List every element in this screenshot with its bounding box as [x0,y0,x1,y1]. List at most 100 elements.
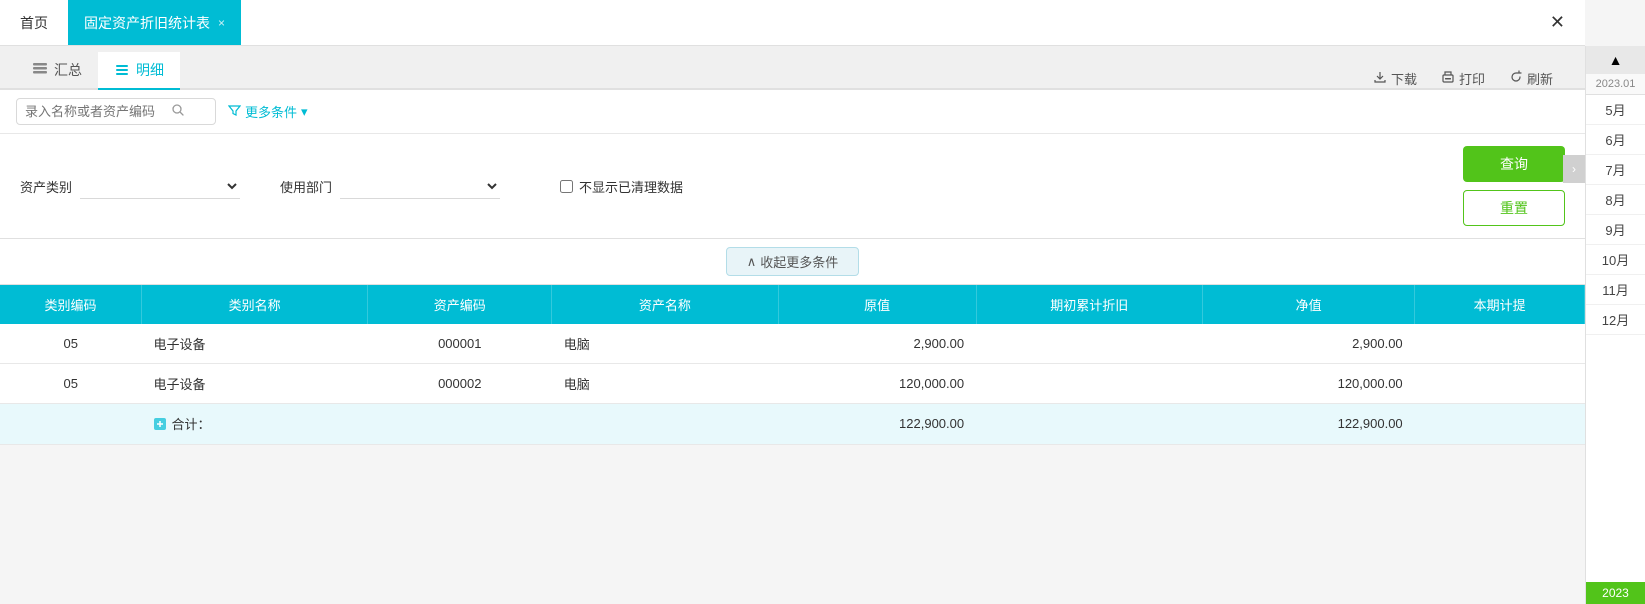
tab-detail-label: 明细 [136,60,164,80]
chevron-up-icon: ∧ [747,254,757,270]
cell-category-code-2: 05 [0,364,141,404]
tab-summary[interactable]: 汇总 [16,52,98,90]
hide-cleared-group: 不显示已清理数据 [560,177,683,196]
month-8[interactable]: 8月 [1586,185,1645,215]
print-button[interactable]: 打印 [1441,69,1485,88]
search-input[interactable] [25,104,165,119]
close-tab-button[interactable]: × [218,16,225,30]
top-nav: 首页 固定资产折旧统计表 × ✕ [0,0,1585,46]
cell-net-value-1: 2,900.00 [1202,324,1414,364]
month-7[interactable]: 7月 [1586,155,1645,185]
subtotal-current-dep [1415,404,1585,445]
month-12[interactable]: 12月 [1586,305,1645,335]
month-11[interactable]: 11月 [1586,275,1645,305]
year-label[interactable]: 2023 [1586,582,1645,604]
asset-category-label: 资产类别 [20,177,72,196]
subtotal-row: 合计： 122,900.00 122,900.00 [0,404,1585,445]
more-conditions-button[interactable]: 更多条件 ▾ [228,102,308,121]
search-icon [171,103,185,120]
subtotal-text: 合计： [171,414,210,433]
window-close-button[interactable]: ✕ [1530,12,1585,33]
refresh-button[interactable]: 刷新 [1509,69,1553,88]
query-button[interactable]: 查询 [1463,146,1565,182]
month-9[interactable]: 9月 [1586,215,1645,245]
refresh-icon [1509,70,1523,87]
hide-cleared-checkbox[interactable] [560,180,573,193]
col-original-value: 原值 [778,285,976,324]
filter-icon [228,104,241,120]
print-label: 打印 [1459,69,1485,88]
month-6[interactable]: 6月 [1586,125,1645,155]
scroll-right-arrow[interactable]: › [1563,155,1585,183]
tab-detail[interactable]: 明细 [98,52,180,90]
col-category-code: 类别编码 [0,285,141,324]
asset-category-filter: 资产类别 [20,173,240,199]
filter-actions: 查询 重置 [1463,146,1565,226]
col-net-value: 净值 [1202,285,1414,324]
col-category-name: 类别名称 [141,285,367,324]
cell-original-value-2: 120,000.00 [778,364,976,404]
collapse-button[interactable]: ∧ 收起更多条件 [726,247,860,276]
table-header-row: 类别编码 类别名称 资产编码 资产名称 原值 期初累计折旧 净值 本期计提 [0,285,1585,324]
tab-bar: 汇总 明细 下载 [0,46,1585,90]
subtotal-accum-dep [976,404,1202,445]
cell-asset-name-2: 电脑 [552,364,778,404]
more-conditions-label: 更多条件 [245,102,297,121]
filter-section: 资产类别 使用部门 不显示已清理数据 查询 重置 [0,134,1585,239]
active-tab-label: 固定资产折旧统计表 [84,13,210,33]
search-input-wrap[interactable] [16,98,216,125]
table-row: 05 电子设备 000002 电脑 120,000.00 120,000.00 [0,364,1585,404]
table-row: 05 电子设备 000001 电脑 2,900.00 2,900.00 [0,324,1585,364]
hide-cleared-label[interactable]: 不显示已清理数据 [579,177,683,196]
download-label: 下载 [1391,69,1417,88]
date-nav-header: 2023.01 [1586,74,1645,95]
right-sidebar: ▲ 2023.01 5月 6月 7月 8月 9月 10月 11月 12月 202… [1585,46,1645,604]
asset-category-select[interactable] [80,173,240,199]
col-asset-code: 资产编码 [368,285,552,324]
cell-original-value-1: 2,900.00 [778,324,976,364]
department-select[interactable] [340,173,500,199]
reset-button[interactable]: 重置 [1463,190,1565,226]
nav-active-tab: 固定资产折旧统计表 × [68,0,241,45]
table-wrap: 类别编码 类别名称 资产编码 资产名称 原值 期初累计折旧 净值 本期计提 05… [0,285,1585,445]
layers-icon [32,62,48,78]
cell-accum-dep-2 [976,364,1202,404]
cell-category-name-1: 电子设备 [141,324,367,364]
cell-net-value-2: 120,000.00 [1202,364,1414,404]
col-accumulated-depreciation: 期初累计折旧 [976,285,1202,324]
data-table: 类别编码 类别名称 资产编码 资产名称 原值 期初累计折旧 净值 本期计提 05… [0,285,1585,445]
main-content: 首页 固定资产折旧统计表 × ✕ 汇总 [0,0,1585,445]
cell-current-dep-1 [1415,324,1585,364]
col-asset-name: 资产名称 [552,285,778,324]
subtotal-original-value: 122,900.00 [778,404,976,445]
month-10[interactable]: 10月 [1586,245,1645,275]
department-filter: 使用部门 [280,173,500,199]
cell-current-dep-2 [1415,364,1585,404]
chevron-down-icon: ▾ [301,104,308,120]
refresh-label: 刷新 [1527,69,1553,88]
subtotal-icon-cell [0,404,141,445]
nav-up-arrow[interactable]: ▲ [1586,46,1645,74]
month-5[interactable]: 5月 [1586,95,1645,125]
department-label: 使用部门 [280,177,332,196]
list-icon [114,62,130,78]
cell-accum-dep-1 [976,324,1202,364]
subtotal-net-value: 122,900.00 [1202,404,1414,445]
nav-home[interactable]: 首页 [0,0,68,45]
subtotal-icon-svg [153,417,167,431]
cell-asset-code-2: 000002 [368,364,552,404]
download-button[interactable]: 下载 [1373,69,1417,88]
search-bar: 更多条件 ▾ [0,90,1585,134]
subtotal-label-wrap: 合计： [153,414,210,433]
collapse-label: 收起更多条件 [760,252,838,271]
subtotal-label-cell: 合计： [141,404,551,445]
download-icon [1373,70,1387,87]
cell-asset-name-1: 电脑 [552,324,778,364]
cell-category-code-1: 05 [0,324,141,364]
cell-category-name-2: 电子设备 [141,364,367,404]
cell-asset-code-1: 000001 [368,324,552,364]
col-current-depreciation: 本期计提 [1415,285,1585,324]
collapse-bar[interactable]: ∧ 收起更多条件 [0,239,1585,285]
print-icon [1441,70,1455,87]
tab-summary-label: 汇总 [54,60,82,80]
